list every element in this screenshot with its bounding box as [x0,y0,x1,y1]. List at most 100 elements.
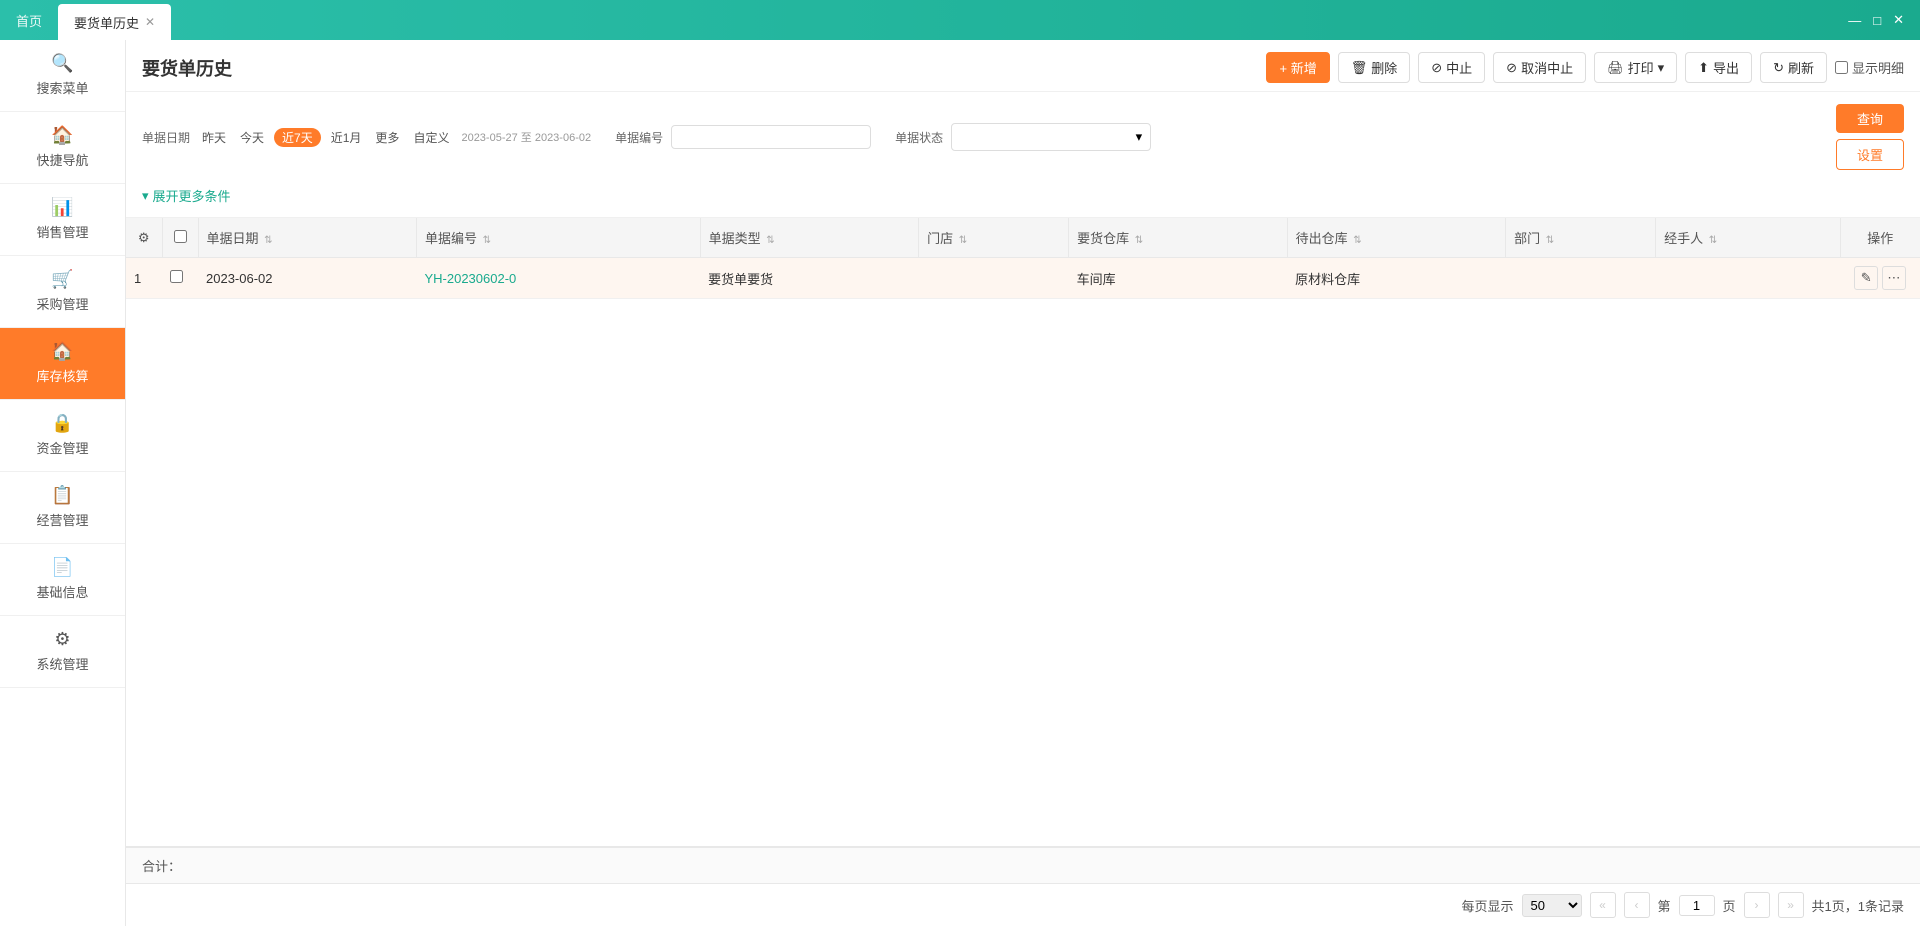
system-mgmt-icon: ⚙ [54,630,70,648]
date-filter-label: 单据日期 [142,129,190,146]
sidebar-item-inventory-calc[interactable]: 🏠 库存核算 [0,328,125,400]
col-pending-warehouse-label: 待出仓库 [1296,231,1348,246]
row-doc-type: 要货单要货 [700,258,918,299]
tab-home[interactable]: 首页 [0,0,58,40]
sidebar-item-quick-nav[interactable]: 🏠 快捷导航 [0,112,125,184]
prev-page-button[interactable]: ‹ [1624,892,1650,918]
suspend-icon: ⊘ [1431,60,1442,76]
page-size-select[interactable]: 50 10 20 100 [1522,894,1582,917]
refresh-button[interactable]: ↻ 刷新 [1760,52,1827,83]
doc-number-link[interactable]: YH-20230602-0 [424,271,516,286]
yesterday-shortcut[interactable]: 昨天 [198,128,230,147]
col-doc-type-label: 单据类型 [709,231,761,246]
purchase-mgmt-icon: 🛒 [51,270,73,288]
col-doc-number[interactable]: 单据编号 ⇅ [416,218,700,258]
col-req-warehouse[interactable]: 要货仓库 ⇅ [1069,218,1287,258]
row-select-checkbox[interactable] [170,270,183,283]
date-shortcuts: 昨天 今天 近7天 近1月 更多 自定义 [198,128,453,147]
col-handler[interactable]: 经手人 ⇅ [1656,218,1840,258]
tab-bar: 首页 要货单历史 ✕ [0,0,1848,40]
content-area: 要货单历史 + 新增 🗑 删除 ⊘ 中止 ⊘ 取消中止 🖨 打印 [126,40,1920,926]
edit-action-icon[interactable]: ✎ [1854,266,1878,290]
cancel-suspend-icon: ⊘ [1506,60,1517,76]
page-title: 要货单历史 [142,55,232,81]
show-detail-checkbox[interactable]: 显示明细 [1835,58,1904,77]
sidebar-item-sales-mgmt[interactable]: 📊 销售管理 [0,184,125,256]
print-button[interactable]: 🖨 打印 ▾ [1594,52,1677,83]
window-controls: — □ ✕ [1848,12,1920,28]
sidebar-item-basic-info[interactable]: 📄 基础信息 [0,544,125,616]
page-header: 要货单历史 + 新增 🗑 删除 ⊘ 中止 ⊘ 取消中止 🖨 打印 [126,40,1920,92]
col-department-label: 部门 [1514,231,1540,246]
print-dropdown-icon: ▾ [1658,60,1665,76]
row-pending-warehouse: 原材料仓库 [1287,258,1505,299]
sort-pending-warehouse-icon: ⇅ [1353,235,1361,246]
add-button[interactable]: + 新增 [1266,52,1329,83]
tab-requisition-history[interactable]: 要货单历史 ✕ [58,4,171,40]
status-select[interactable]: ▾ [951,123,1151,151]
summary-label: 合计： [142,856,181,875]
delete-button[interactable]: 🗑 删除 [1338,52,1411,83]
sidebar-item-search-menu[interactable]: 🔍 搜索菜单 [0,40,125,112]
print-icon: 🖨 [1607,60,1624,76]
col-doc-date-label: 单据日期 [207,231,259,246]
col-handler-label: 经手人 [1664,231,1703,246]
row-store [919,258,1069,299]
sidebar-item-inventory-calc-label: 库存核算 [36,366,88,385]
more-shortcut[interactable]: 更多 [371,128,403,147]
col-store-label: 门店 [927,231,953,246]
sidebar-item-operation-mgmt[interactable]: 📋 经营管理 [0,472,125,544]
custom-shortcut[interactable]: 自定义 [409,128,453,147]
cancel-suspend-button[interactable]: ⊘ 取消中止 [1493,52,1586,83]
filter-doc-number: 单据编号 [615,125,871,149]
col-checkbox [162,218,198,258]
last1month-shortcut[interactable]: 近1月 [327,128,366,147]
inventory-calc-icon: 🏠 [51,342,73,360]
export-button[interactable]: ⬆ 导出 [1685,52,1752,83]
page-size-label: 每页显示 [1461,896,1513,915]
operation-mgmt-icon: 📋 [51,486,73,504]
sidebar-item-purchase-mgmt[interactable]: 🛒 采购管理 [0,256,125,328]
expand-filter-button[interactable]: ▾ 展开更多条件 [142,186,231,205]
sales-mgmt-icon: 📊 [51,198,73,216]
tab-close-icon[interactable]: ✕ [145,15,155,29]
first-page-button[interactable]: « [1590,892,1616,918]
row-handler [1656,258,1840,299]
next-page-button[interactable]: › [1744,892,1770,918]
sidebar-item-asset-mgmt[interactable]: 🔒 资金管理 [0,400,125,472]
status-label: 单据状态 [895,129,943,146]
col-pending-warehouse[interactable]: 待出仓库 ⇅ [1287,218,1505,258]
last-page-button[interactable]: » [1778,892,1804,918]
page-input[interactable] [1679,895,1715,916]
sort-store-icon: ⇅ [959,235,967,246]
total-info: 共1页，1条记录 [1812,896,1904,915]
table-container: ⚙ 单据日期 ⇅ 单据编号 ⇅ 单据类型 [126,218,1920,846]
row-actions: ✎ ⋯ [1840,258,1920,299]
row-doc-date: 2023-06-02 [198,258,416,299]
suspend-button[interactable]: ⊘ 中止 [1418,52,1485,83]
setting-button[interactable]: 设置 [1836,139,1904,170]
close-button[interactable]: ✕ [1893,12,1904,28]
last7days-shortcut[interactable]: 近7天 [274,128,321,147]
col-settings[interactable]: ⚙ [126,218,162,258]
show-detail-input[interactable] [1835,61,1848,74]
query-button[interactable]: 查询 [1836,104,1904,133]
sidebar-item-system-mgmt[interactable]: ⚙ 系统管理 [0,616,125,688]
col-doc-type[interactable]: 单据类型 ⇅ [700,218,918,258]
maximize-button[interactable]: □ [1873,13,1881,28]
sidebar-item-system-mgmt-label: 系统管理 [36,654,88,673]
doc-number-input[interactable] [671,125,871,149]
col-store[interactable]: 门店 ⇅ [919,218,1069,258]
more-action-icon[interactable]: ⋯ [1882,266,1906,290]
show-detail-label: 显示明细 [1852,58,1904,77]
tab-requisition-history-label: 要货单历史 [74,13,139,32]
table-row: 1 2023-06-02 YH-20230602-0 要货单要货 车间库 原材料… [126,258,1920,299]
minimize-button[interactable]: — [1848,13,1861,28]
col-doc-date[interactable]: 单据日期 ⇅ [198,218,416,258]
data-table: ⚙ 单据日期 ⇅ 单据编号 ⇅ 单据类型 [126,218,1920,299]
select-all-checkbox[interactable] [174,230,187,243]
col-department[interactable]: 部门 ⇅ [1506,218,1656,258]
expand-icon: ▾ [142,188,149,204]
row-department [1506,258,1656,299]
today-shortcut[interactable]: 今天 [236,128,268,147]
